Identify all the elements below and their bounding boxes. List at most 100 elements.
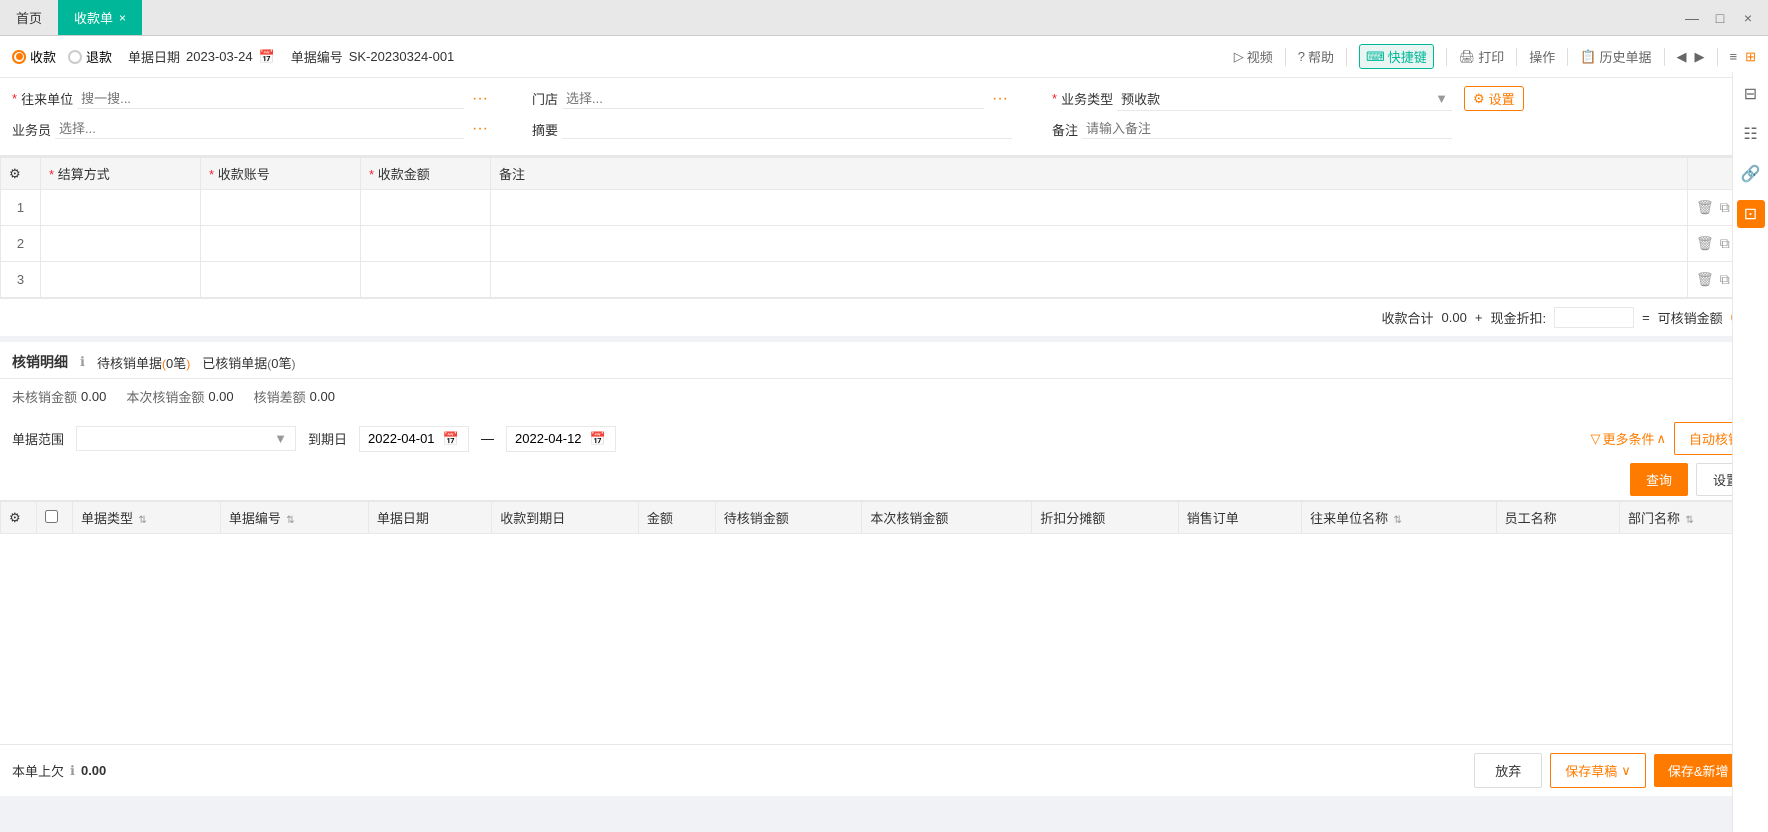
row-3-account[interactable] (201, 262, 361, 298)
remark-input[interactable] (1082, 119, 1452, 139)
range-select-arrow: ▼ (274, 431, 287, 446)
row-3-remark[interactable] (491, 262, 1688, 298)
table-row: 1 🗑 ⧉ (1, 190, 1768, 226)
col-dept-sort[interactable]: ⇅ (1685, 515, 1693, 526)
history-btn[interactable]: 📋 历史单据 (1580, 47, 1651, 66)
diff-label: 核销差额 (254, 387, 306, 406)
partner-input[interactable] (77, 89, 464, 109)
row-1-copy-icon[interactable]: ⧉ (1720, 199, 1730, 216)
list-view-btn[interactable]: ≡ (1730, 49, 1738, 64)
bottom-settings-icon: ⚙ (9, 510, 21, 525)
date-value[interactable]: 2023-03-24 (186, 49, 253, 64)
bottom-col-discount: 折扣分摊额 (1032, 502, 1179, 534)
date-label: 单据日期 (128, 47, 180, 66)
bottom-col-settings[interactable]: ⚙ (1, 502, 37, 534)
row-2-copy-icon[interactable]: ⧉ (1720, 235, 1730, 252)
row-3-delete-icon[interactable]: 🗑 (1696, 271, 1714, 288)
right-panel-icon-1[interactable]: ⊟ (1737, 80, 1765, 108)
row-1-delete-icon[interactable]: 🗑 (1696, 199, 1714, 216)
toolbar-right: ▷ 视频 ? 帮助 ⌨ 快捷键 🖨 打印 操作 (1234, 44, 1756, 69)
help-btn[interactable]: ? 帮助 (1298, 47, 1334, 66)
tab-receipt[interactable]: 收款单 × (58, 0, 142, 35)
row-2-delete-icon[interactable]: 🗑 (1696, 235, 1714, 252)
bottom-col-number: 单据编号 ⇅ (220, 502, 368, 534)
staff-ellipsis-btn[interactable]: ··· (468, 120, 492, 138)
divider-6 (1664, 48, 1665, 66)
radio-return[interactable]: 退款 (68, 47, 112, 66)
col-settings-header[interactable]: ⚙ (1, 158, 41, 190)
col-dept-label: 部门名称 (1628, 511, 1680, 526)
row-2-remark[interactable] (491, 226, 1688, 262)
date-from-input[interactable]: 2022-04-01 📅 (359, 426, 469, 452)
biz-type-required-star: * (1052, 91, 1057, 106)
tab-home[interactable]: 首页 (0, 0, 58, 35)
store-input[interactable] (562, 89, 984, 109)
col-amount-label: 收款金额 (378, 167, 430, 182)
partner-ellipsis-btn[interactable]: ··· (468, 90, 492, 108)
row-1-amount[interactable] (361, 190, 491, 226)
window-minimize-btn[interactable]: — (1680, 6, 1704, 30)
store-label: 门店 (532, 89, 558, 108)
row-1-remark[interactable] (491, 190, 1688, 226)
footer-info-icon[interactable]: ℹ (70, 763, 75, 779)
row-3-copy-icon[interactable]: ⧉ (1720, 271, 1730, 288)
bottom-col-check[interactable] (37, 502, 73, 534)
row-2-amount[interactable] (361, 226, 491, 262)
table-row: 2 🗑 ⧉ (1, 226, 1768, 262)
row-3-payment[interactable] (41, 262, 201, 298)
range-select[interactable]: ▼ (76, 426, 296, 451)
row-3-amount[interactable] (361, 262, 491, 298)
divider-5 (1567, 48, 1568, 66)
radio-receive[interactable]: 收款 (12, 47, 56, 66)
staff-input[interactable] (55, 119, 464, 139)
right-panel-icon-2[interactable]: ☷ (1737, 120, 1765, 148)
pending-tab[interactable]: 待核销单据(0笔) (97, 353, 190, 372)
row-2-num: 2 (1, 226, 41, 262)
grid-icon: ⊞ (1745, 49, 1756, 65)
col-number-sort[interactable]: ⇅ (286, 515, 294, 526)
done-tab[interactable]: 已核销单据(0笔) (202, 353, 295, 372)
window-maximize-btn[interactable]: □ (1708, 6, 1732, 30)
discount-input[interactable] (1554, 307, 1634, 328)
tab-home-label: 首页 (16, 8, 42, 27)
select-all-checkbox[interactable] (45, 510, 58, 523)
operate-btn[interactable]: 操作 (1529, 47, 1555, 66)
col-partner-sort[interactable]: ⇅ (1394, 515, 1402, 526)
col-type-sort[interactable]: ⇅ (138, 515, 146, 526)
settings-btn-label: 设置 (1489, 89, 1515, 108)
save-draft-btn[interactable]: 保存草稿 ∨ (1550, 753, 1646, 788)
right-panel-icon-4[interactable]: ⊡ (1737, 200, 1765, 228)
row-1-payment[interactable] (41, 190, 201, 226)
arrow-right-btn[interactable]: ▶ (1695, 49, 1705, 65)
arrow-left-btn[interactable]: ◀ (1677, 49, 1687, 65)
row-2-payment[interactable] (41, 226, 201, 262)
biz-type-select[interactable]: 预收款 ▼ (1117, 87, 1452, 111)
diff-stat: 核销差额 0.00 (254, 387, 335, 406)
settings-btn[interactable]: ⚙ 设置 (1464, 86, 1524, 111)
shortcut-btn[interactable]: ⌨ 快捷键 (1359, 44, 1434, 69)
more-conditions-arrow: ∧ (1656, 431, 1666, 447)
query-btn[interactable]: 查询 (1630, 463, 1688, 496)
date-calendar-icon[interactable]: 📅 (259, 49, 275, 65)
bottom-table-area: ⚙ 单据类型 ⇅ 单据编号 ⇅ (0, 500, 1768, 744)
summary-row: 收款合计 0.00 + 现金折扣: = 可核销金额 0.00 (0, 298, 1768, 336)
date-to-input[interactable]: 2022-04-12 📅 (506, 426, 616, 452)
bottom-col-partner: 往来单位名称 ⇅ (1302, 502, 1496, 534)
grid-view-btn[interactable]: ⊞ (1745, 49, 1756, 65)
video-btn[interactable]: ▷ 视频 (1234, 47, 1273, 66)
print-btn[interactable]: 🖨 打印 (1459, 47, 1505, 66)
right-panel-icon-3[interactable]: 🔗 (1737, 160, 1765, 188)
window-close-btn[interactable]: × (1736, 6, 1760, 30)
number-group: 单据编号 SK-20230324-001 (291, 47, 455, 66)
writeoff-info-icon[interactable]: ℹ (80, 354, 85, 370)
row-1-account[interactable] (201, 190, 361, 226)
more-conditions-btn[interactable]: ▽ 更多条件 ∧ (1590, 429, 1666, 448)
net-label: 可核销金额 (1658, 308, 1723, 327)
summary-field: 摘要 (532, 119, 1012, 139)
number-value[interactable]: SK-20230324-001 (349, 49, 455, 64)
store-ellipsis-btn[interactable]: ··· (988, 90, 1012, 108)
row-2-account[interactable] (201, 226, 361, 262)
tab-close-icon[interactable]: × (119, 11, 126, 25)
summary-input[interactable] (562, 119, 1012, 139)
abandon-btn[interactable]: 放弃 (1474, 753, 1542, 788)
